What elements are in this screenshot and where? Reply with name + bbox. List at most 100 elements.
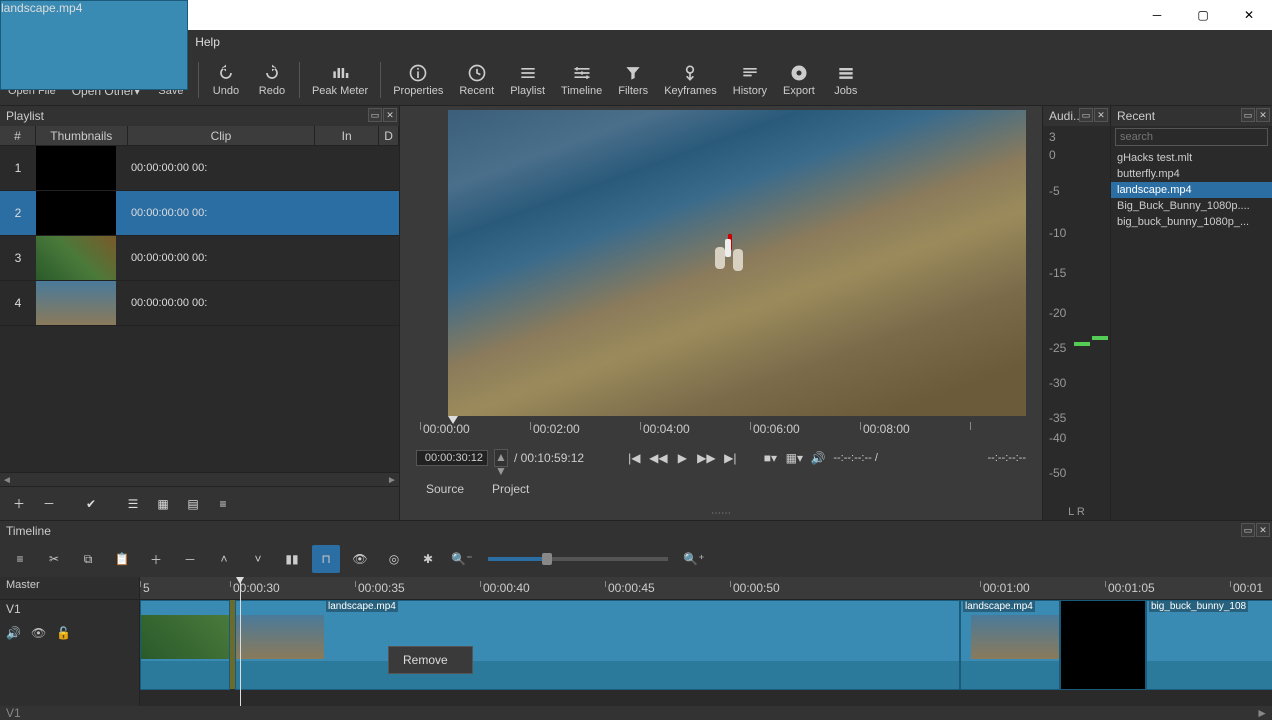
view-menu-icon[interactable]: ≡ [210, 491, 236, 517]
view-grid-icon[interactable]: ▦ [150, 491, 176, 517]
preview-ruler[interactable]: 00:00:00 00:02:00 00:04:00 00:06:00 00:0… [416, 422, 1026, 442]
recent-item[interactable]: landscape.mp4 [1111, 182, 1272, 198]
volume-icon[interactable]: 🔊 [809, 449, 827, 467]
timeline-ruler[interactable]: 5 00:00:30 00:00:35 00:00:40 00:00:45 00… [140, 577, 1272, 599]
timeline-toolbar: ≡ ✂ ⧉ 📋 ＋ － ˄ ˅ ▮▮ ⊓ 👁 ◎ ✱ 🔍⁻ 🔍⁺ [0, 541, 1272, 577]
timecode-spinner[interactable]: ▲▼ [494, 449, 508, 467]
undo-button[interactable]: Undo [203, 54, 249, 105]
playlist-hscroll[interactable]: ◄► [0, 472, 399, 486]
ripple-icon[interactable]: ◎ [380, 545, 408, 573]
menu-help[interactable]: Help [187, 33, 228, 51]
timeline-menu-icon[interactable]: ≡ [6, 545, 34, 573]
mute-icon[interactable]: 🔊 [6, 626, 21, 640]
timeline-button[interactable]: Timeline [553, 54, 610, 105]
col-dur[interactable]: D [379, 126, 399, 145]
playlist-row[interactable]: 1 Big_Buck_Bunny_1080p.avi 00:00:00:0000… [0, 146, 399, 191]
panel-close-icon[interactable]: ✕ [1256, 108, 1270, 122]
properties-button[interactable]: Properties [385, 54, 451, 105]
minimize-button[interactable]: ─ [1134, 0, 1180, 30]
cut-icon[interactable]: ✂ [40, 545, 68, 573]
overwrite-icon[interactable]: ˅ [244, 545, 272, 573]
zoom-slider[interactable] [488, 557, 668, 561]
tab-project[interactable]: Project [482, 480, 539, 504]
playlist-row[interactable]: 3 butterfly.mp4 00:00:00:0000: [0, 236, 399, 281]
export-button[interactable]: Export [775, 54, 823, 105]
recent-item[interactable]: gHacks test.mlt [1111, 150, 1272, 166]
lock-icon[interactable]: 🔓 [56, 626, 71, 640]
col-clip[interactable]: Clip [128, 126, 316, 145]
scrub-icon[interactable]: 👁 [346, 545, 374, 573]
audio-meter-panel: Audi... ▭✕ 3 0 -5 -10 -15 -20 -25 -30 -3… [1042, 106, 1110, 520]
tab-source[interactable]: Source [416, 480, 474, 504]
redo-button[interactable]: Redo [249, 54, 295, 105]
timeline-panel: Timeline ▭✕ ≡ ✂ ⧉ 📋 ＋ － ˄ ˅ ▮▮ ⊓ 👁 ◎ ✱ 🔍… [0, 520, 1272, 720]
stop-icon[interactable]: ■▾ [761, 449, 779, 467]
playlist-button[interactable]: Playlist [502, 54, 553, 105]
menu-bar: File Edit View Settings Help [0, 30, 1272, 54]
filters-button[interactable]: Filters [610, 54, 656, 105]
timecode-current[interactable]: 00:00:30:12 [416, 450, 488, 466]
timeline-clip[interactable]: big_buck_bunny_108 [1146, 600, 1272, 690]
zoom-out-icon[interactable]: 🔍⁻ [448, 545, 476, 573]
hide-icon[interactable]: 👁 [31, 626, 46, 640]
timeline-clip[interactable] [140, 600, 230, 690]
video-preview[interactable] [448, 110, 1026, 416]
timeline-track-v1[interactable]: landscape.mp4 landscape.mp4 big_buck_bun… [140, 599, 1272, 689]
scroll-right-icon[interactable]: ► [1256, 706, 1268, 720]
timeline-clip[interactable]: landscape.mp4 [960, 600, 1060, 690]
timeline-clip[interactable]: landscape.mp4 [235, 600, 960, 690]
playlist-remove-button[interactable]: － [36, 491, 62, 517]
skip-end-icon[interactable]: ▶| [721, 449, 739, 467]
lift-icon[interactable]: ˄ [210, 545, 238, 573]
playlist-row[interactable]: 2 big_buck_bunny_1080p_h264.mov 00:00:00… [0, 191, 399, 236]
panel-close-icon[interactable]: ✕ [383, 108, 397, 122]
playlist-toolbar: ＋ － ✔ ☰ ▦ ▤ ≡ [0, 486, 399, 520]
maximize-button[interactable]: ▢ [1180, 0, 1226, 30]
forward-icon[interactable]: ▶▶ [697, 449, 715, 467]
resize-handle-icon[interactable]: ⋯⋯ [400, 508, 1042, 519]
playlist-add-button[interactable]: ＋ [6, 491, 32, 517]
recent-item[interactable]: butterfly.mp4 [1111, 166, 1272, 182]
remove-icon[interactable]: － [176, 545, 204, 573]
close-button[interactable]: ✕ [1226, 0, 1272, 30]
view-list-icon[interactable]: ☰ [120, 491, 146, 517]
recent-item[interactable]: big_buck_bunny_1080p_... [1111, 214, 1272, 230]
jobs-button[interactable]: Jobs [823, 54, 869, 105]
copy-icon[interactable]: ⧉ [74, 545, 102, 573]
playlist-row[interactable]: 4 landscape.mp4 00:00:00:0000: [0, 281, 399, 326]
zoom-in-icon[interactable]: 🔍⁺ [680, 545, 708, 573]
master-track-header[interactable]: Master [0, 577, 139, 599]
col-num[interactable]: # [0, 126, 36, 145]
panel-undock-icon[interactable]: ▭ [1241, 108, 1255, 122]
panel-close-icon[interactable]: ✕ [1256, 523, 1270, 537]
timeline-clip[interactable] [1060, 600, 1146, 690]
context-menu-remove[interactable]: Remove [388, 646, 473, 674]
grid-icon[interactable]: ▦▾ [785, 449, 803, 467]
col-thumbnails[interactable]: Thumbnails [36, 126, 128, 145]
timeline-tracks[interactable]: 5 00:00:30 00:00:35 00:00:40 00:00:45 00… [140, 577, 1272, 706]
view-detail-icon[interactable]: ▤ [180, 491, 206, 517]
split-icon[interactable]: ▮▮ [278, 545, 306, 573]
playlist-check-button[interactable]: ✔ [78, 491, 104, 517]
ripple-all-icon[interactable]: ✱ [414, 545, 442, 573]
recent-search-input[interactable] [1115, 128, 1268, 146]
panel-undock-icon[interactable]: ▭ [1241, 523, 1255, 537]
panel-undock-icon[interactable]: ▭ [368, 108, 382, 122]
peak-meter-button[interactable]: Peak Meter [304, 54, 376, 105]
rewind-icon[interactable]: ◀◀ [649, 449, 667, 467]
recent-item[interactable]: Big_Buck_Bunny_1080p.... [1111, 198, 1272, 214]
paste-icon[interactable]: 📋 [108, 545, 136, 573]
timeline-playhead-icon[interactable] [240, 577, 241, 706]
snap-icon[interactable]: ⊓ [312, 545, 340, 573]
timeline-track-headers: Master V1 🔊 👁 🔓 [0, 577, 140, 706]
history-button[interactable]: History [725, 54, 775, 105]
play-icon[interactable]: ▶ [673, 449, 691, 467]
panel-undock-icon[interactable]: ▭ [1079, 108, 1093, 122]
add-icon[interactable]: ＋ [142, 545, 170, 573]
panel-close-icon[interactable]: ✕ [1094, 108, 1108, 122]
v1-track-header[interactable]: V1 🔊 👁 🔓 [0, 599, 139, 689]
recent-button[interactable]: Recent [451, 54, 502, 105]
col-in[interactable]: In [315, 126, 379, 145]
skip-start-icon[interactable]: |◀ [625, 449, 643, 467]
keyframes-button[interactable]: Keyframes [656, 54, 725, 105]
